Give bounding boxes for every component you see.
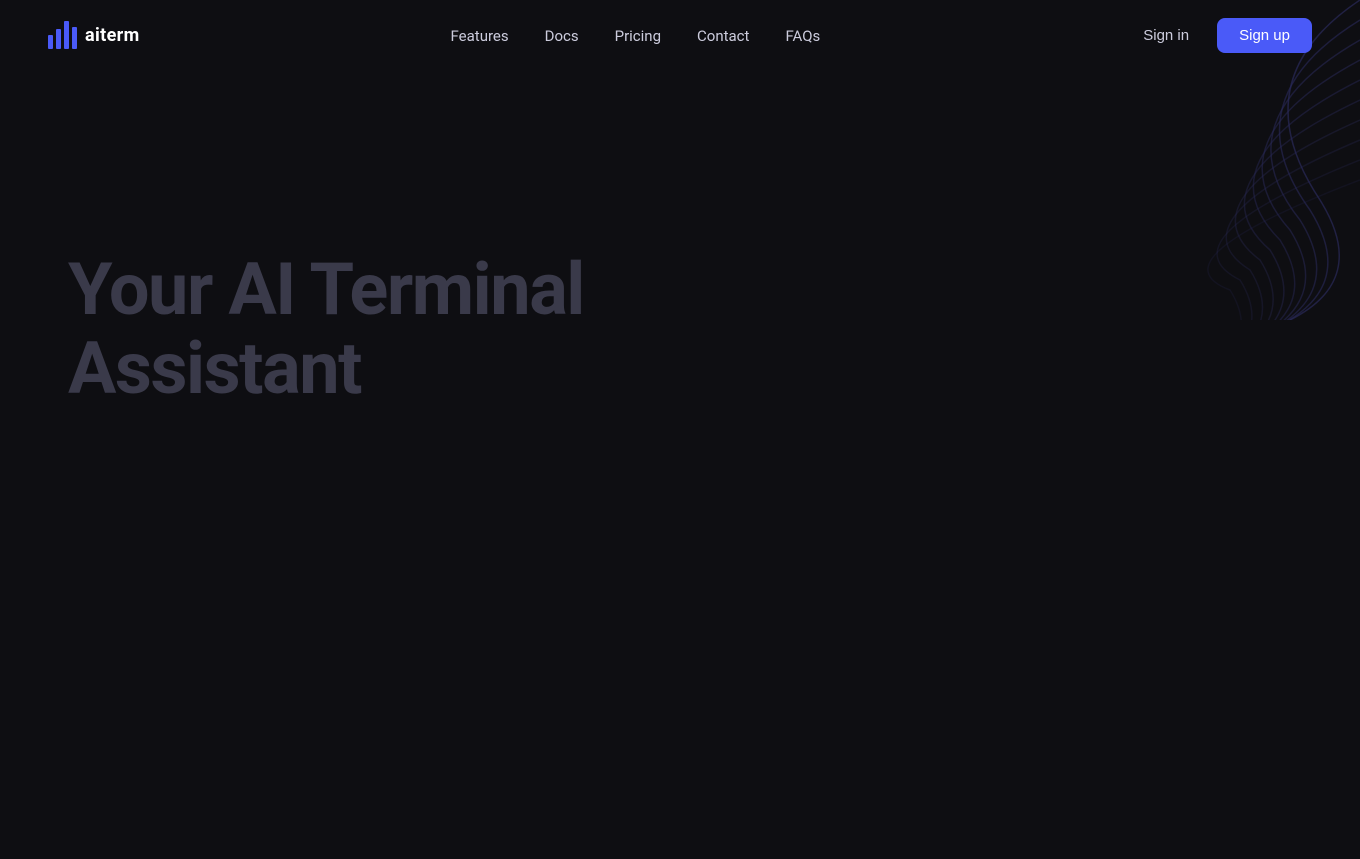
nav-link-contact[interactable]: Contact	[697, 27, 749, 45]
logo-text: aiterm	[85, 25, 140, 46]
nav-actions: Sign in Sign up	[1131, 18, 1312, 53]
nav-link-faqs[interactable]: FAQs	[785, 27, 820, 45]
logo-link[interactable]: aiterm	[48, 21, 140, 49]
nav-item-contact: Contact	[697, 26, 749, 45]
nav-item-faqs: FAQs	[785, 26, 820, 45]
hero-section: Your AI Terminal Assistant	[0, 70, 1360, 408]
nav-link-features[interactable]: Features	[451, 27, 509, 45]
nav-link-pricing[interactable]: Pricing	[615, 27, 661, 45]
nav-item-docs: Docs	[545, 26, 579, 45]
hero-title: Your AI Terminal Assistant	[68, 250, 668, 408]
hero-title-line1: Your AI Terminal	[68, 250, 668, 329]
logo-bar-3	[64, 21, 69, 49]
logo-bar-1	[48, 35, 53, 49]
signin-button[interactable]: Sign in	[1131, 19, 1201, 52]
nav-links: Features Docs Pricing Contact FAQs	[451, 26, 821, 45]
navbar: aiterm Features Docs Pricing Contact FAQ…	[0, 0, 1360, 70]
hero-title-line2: Assistant	[68, 329, 668, 408]
logo-bar-4	[72, 27, 77, 49]
logo-bar-2	[56, 29, 61, 49]
nav-link-docs[interactable]: Docs	[545, 27, 579, 45]
signup-button[interactable]: Sign up	[1217, 18, 1312, 53]
nav-item-pricing: Pricing	[615, 26, 661, 45]
nav-item-features: Features	[451, 26, 509, 45]
logo-icon	[48, 21, 77, 49]
